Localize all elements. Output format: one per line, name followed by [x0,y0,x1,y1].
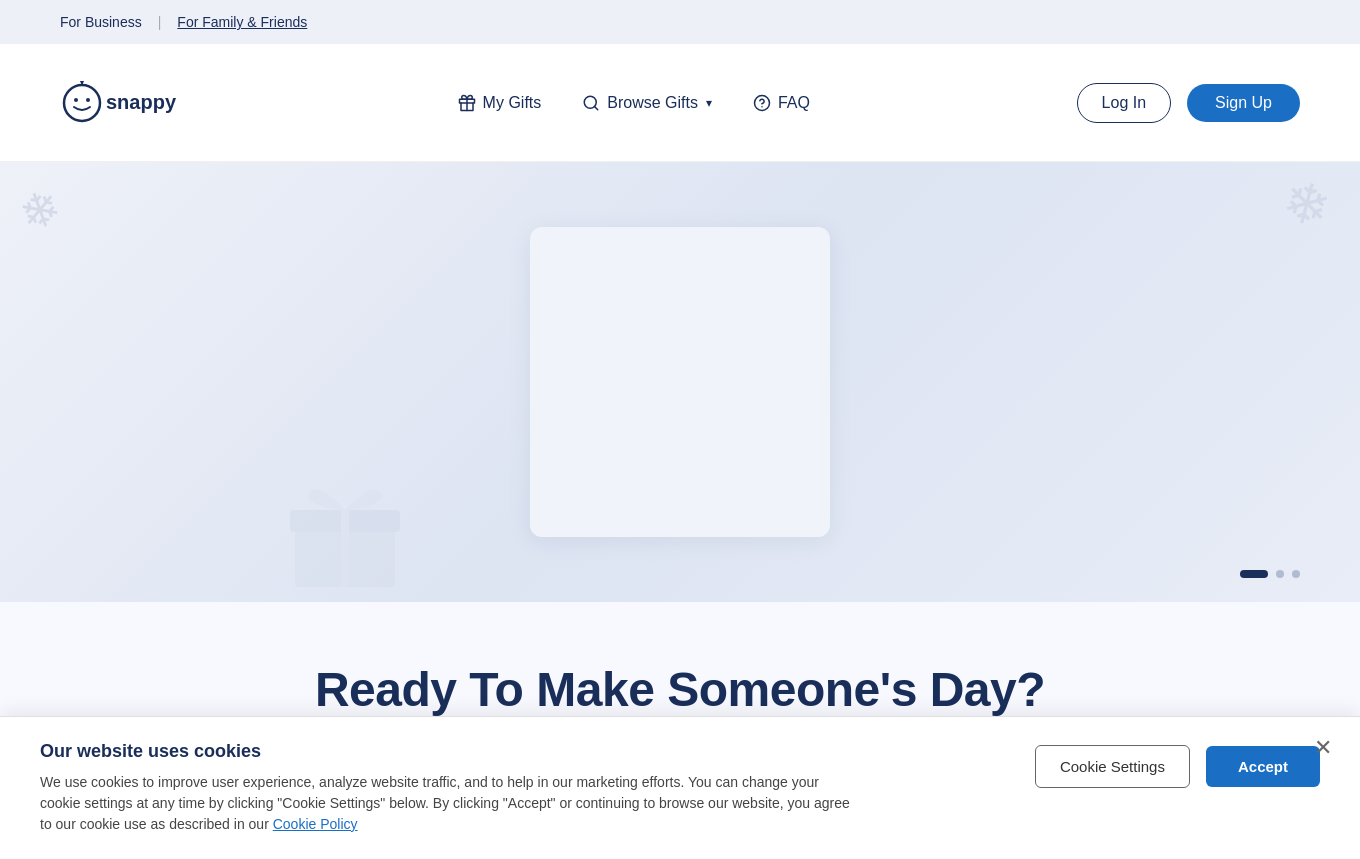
carousel-dot-2[interactable] [1276,570,1284,578]
carousel-dot-1[interactable] [1240,570,1268,578]
svg-line-9 [595,106,598,109]
top-bar: For Business | For Family & Friends [0,0,1360,44]
snowflake-decoration-tr: ❄ [1275,167,1337,242]
cookie-body-text: We use cookies to improve user experienc… [40,772,860,835]
svg-point-2 [86,98,90,102]
topbar-divider: | [158,14,162,30]
snowflake-decoration-tl: ❄ [12,177,69,243]
nav-faq[interactable]: FAQ [752,93,810,113]
ready-title: Ready To Make Someone's Day? [60,662,1300,717]
svg-point-1 [74,98,78,102]
svg-text:snappy: snappy [106,91,177,113]
question-icon [752,93,772,113]
hero-section: ❄ ❄ [0,162,1360,602]
cookie-title: Our website uses cookies [40,741,995,762]
gift-decoration-bl [280,472,410,592]
for-family-link[interactable]: For Family & Friends [177,14,307,30]
main-nav: My Gifts Browse Gifts ▾ FAQ [457,93,810,113]
cookie-content: Our website uses cookies We use cookies … [40,741,1320,835]
cookie-banner: ✕ Our website uses cookies We use cookie… [0,716,1360,859]
cookie-body-main: We use cookies to improve user experienc… [40,774,850,832]
hero-product-card [530,227,830,537]
nav-my-gifts[interactable]: My Gifts [457,93,542,113]
cookie-actions: Cookie Settings Accept [1035,745,1320,788]
cookie-policy-link[interactable]: Cookie Policy [273,816,358,832]
snappy-logo[interactable]: snappy [60,81,190,125]
cookie-settings-button[interactable]: Cookie Settings [1035,745,1190,788]
search-icon [581,93,601,113]
svg-point-0 [64,85,100,121]
for-business-link[interactable]: For Business [60,14,142,30]
cookie-accept-button[interactable]: Accept [1206,746,1320,787]
gift-icon [457,93,477,113]
close-cookie-banner-button[interactable]: ✕ [1314,737,1332,759]
chevron-down-icon: ▾ [706,96,712,110]
signup-button[interactable]: Sign Up [1187,84,1300,122]
login-button[interactable]: Log In [1077,83,1171,123]
carousel-dots [1240,570,1300,578]
nav-my-gifts-label: My Gifts [483,94,542,112]
cookie-text-area: Our website uses cookies We use cookies … [40,741,995,835]
nav-browse-gifts-label: Browse Gifts [607,94,698,112]
carousel-dot-3[interactable] [1292,570,1300,578]
nav-browse-gifts[interactable]: Browse Gifts ▾ [581,93,712,113]
svg-point-4 [80,81,84,83]
logo-area: snappy [60,81,190,125]
nav-faq-label: FAQ [778,94,810,112]
header-actions: Log In Sign Up [1077,83,1300,123]
header: snappy My Gifts [0,44,1360,162]
